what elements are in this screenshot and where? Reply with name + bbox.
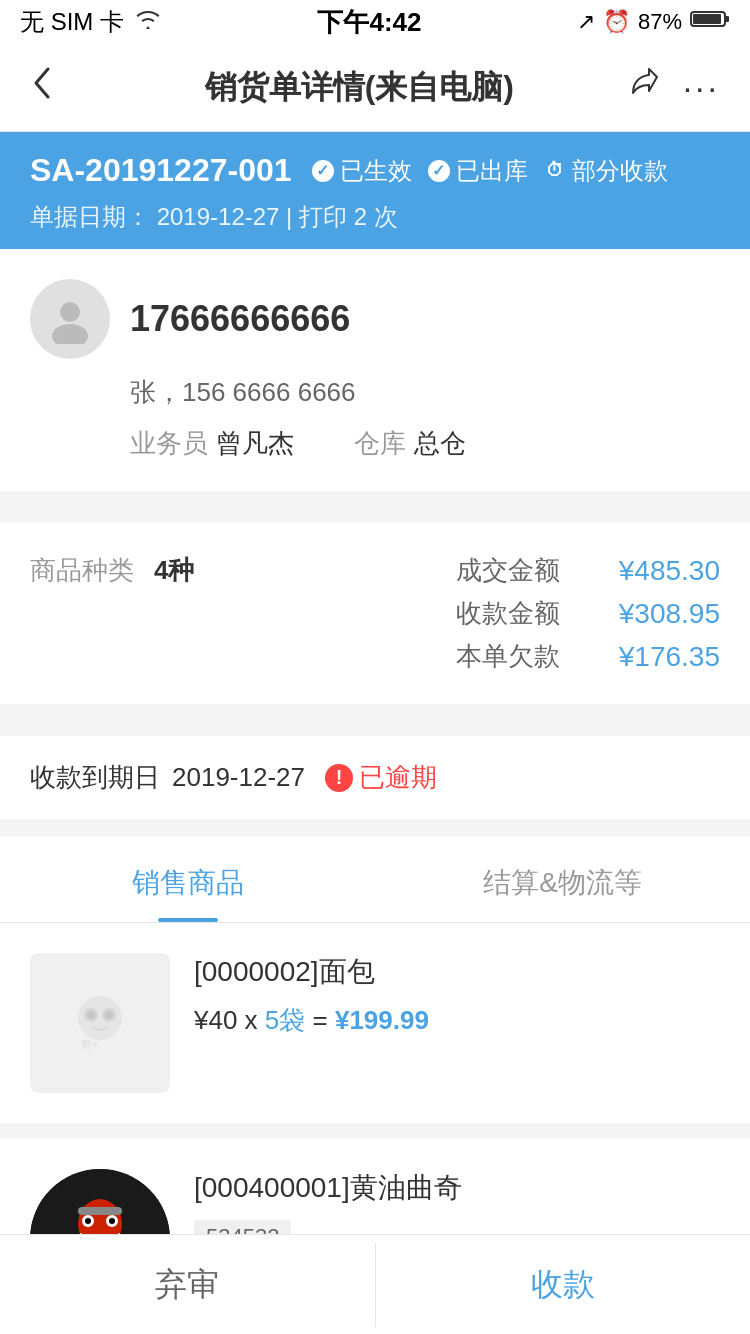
print-info: | 打印 2 次 (286, 203, 398, 230)
product-name-1: [0000002]面包 (194, 953, 720, 991)
sales-value: 曾凡杰 (216, 426, 294, 461)
svg-text:野+: 野+ (82, 1039, 98, 1050)
badge-effective: ✓ 已生效 (312, 155, 412, 187)
received-amount-item: 收款金额 ¥308.95 (456, 596, 720, 631)
overdue-text: 已逾期 (359, 760, 437, 795)
bottom-bar: 弃审 收款 (0, 1234, 750, 1334)
nav-bar: 销货单详情(来自电脑) ··· (0, 44, 750, 132)
overdue-badge: ! 已逾期 (325, 760, 437, 795)
due-date-label: 收款到期日 (30, 760, 160, 795)
svg-point-17 (109, 1218, 115, 1224)
due-date-section: 收款到期日 2019-12-27 ! 已逾期 (0, 736, 750, 819)
svg-rect-18 (78, 1207, 122, 1215)
status-badges: ✓ 已生效 ✓ 已出库 ⏱ 部分收款 (312, 155, 668, 187)
customer-section: 17666666666 张，156 6666 6666 业务员 曾凡杰 仓库 总… (0, 249, 750, 491)
date-value: 2019-12-27 (157, 203, 280, 230)
battery-text: 87% (638, 9, 682, 35)
status-right: ↗ ⏰ 87% (577, 9, 730, 35)
share-icon[interactable] (629, 67, 663, 108)
svg-point-8 (87, 1011, 95, 1019)
clock-icon: ⏱ (544, 160, 566, 182)
date-label: 单据日期： (30, 203, 150, 230)
svg-rect-2 (693, 14, 721, 24)
stats-row: 商品种类 4种 成交金额 ¥485.30 收款金额 ¥308.95 本单欠款 ¥… (30, 553, 720, 674)
svg-point-3 (60, 302, 80, 322)
tabs-row: 销售商品 结算&物流等 (0, 836, 750, 923)
carrier-text: 无 SIM 卡 (20, 6, 124, 38)
banner-date-row: 单据日期： 2019-12-27 | 打印 2 次 (30, 201, 720, 233)
badge-partial: ⏱ 部分收款 (544, 155, 668, 187)
product-name-2: [000400001]黄油曲奇 (194, 1169, 720, 1207)
back-button[interactable] (30, 63, 90, 112)
banner-row1: SA-20191227-001 ✓ 已生效 ✓ 已出库 ⏱ 部分收款 (30, 152, 720, 189)
owed-amount-item: 本单欠款 ¥176.35 (456, 639, 720, 674)
alarm-icon: ⏰ (603, 9, 630, 35)
confirm-button[interactable]: 收款 (376, 1243, 751, 1327)
deal-amount-value: ¥485.30 (580, 555, 720, 587)
header-banner: SA-20191227-001 ✓ 已生效 ✓ 已出库 ⏱ 部分收款 单据日期：… (0, 132, 750, 249)
product-info-1: [0000002]面包 ¥40 x 5袋 = ¥199.99 (194, 953, 720, 1038)
order-id: SA-20191227-001 (30, 152, 292, 189)
sales-label: 业务员 (130, 426, 208, 461)
badge-shipped: ✓ 已出库 (428, 155, 528, 187)
received-amount-label: 收款金额 (456, 596, 560, 631)
customer-top: 17666666666 (30, 279, 720, 359)
list-item: 野+ [0000002]面包 ¥40 x 5袋 = ¥199.99 (0, 923, 750, 1123)
due-date-value: 2019-12-27 (172, 762, 305, 793)
customer-contact: 张，156 6666 6666 (30, 375, 720, 410)
check-icon-effective: ✓ (312, 160, 334, 182)
stats-section: 商品种类 4种 成交金额 ¥485.30 收款金额 ¥308.95 本单欠款 ¥… (0, 523, 750, 704)
deal-amount-item: 成交金额 ¥485.30 (456, 553, 720, 588)
check-icon-shipped: ✓ (428, 160, 450, 182)
overdue-icon: ! (325, 764, 353, 792)
received-amount-value: ¥308.95 (580, 598, 720, 630)
nav-actions: ··· (629, 67, 720, 108)
location-icon: ↗ (577, 9, 595, 35)
svg-rect-1 (725, 16, 729, 22)
warehouse-label: 仓库 (354, 426, 406, 461)
divider-3 (0, 819, 750, 835)
avatar (30, 279, 110, 359)
product-type-count: 4种 (154, 553, 194, 588)
wifi-icon (134, 8, 162, 36)
warehouse-value: 总仓 (414, 426, 466, 461)
status-time: 下午4:42 (317, 5, 421, 40)
divider-2 (0, 720, 750, 736)
deal-amount-label: 成交金额 (456, 553, 560, 588)
owed-amount-label: 本单欠款 (456, 639, 560, 674)
svg-point-5 (78, 996, 122, 1040)
svg-point-16 (85, 1218, 91, 1224)
cancel-button[interactable]: 弃审 (0, 1243, 376, 1327)
tab-products[interactable]: 销售商品 (0, 836, 375, 922)
stats-left: 商品种类 4种 (30, 553, 194, 588)
status-bar: 无 SIM 卡 下午4:42 ↗ ⏰ 87% (0, 0, 750, 44)
divider-1 (0, 507, 750, 523)
customer-meta: 业务员 曾凡杰 仓库 总仓 (30, 426, 720, 461)
svg-point-4 (52, 324, 88, 344)
customer-phone: 17666666666 (130, 298, 350, 340)
more-icon[interactable]: ··· (683, 68, 720, 107)
stats-right: 成交金额 ¥485.30 收款金额 ¥308.95 本单欠款 ¥176.35 (456, 553, 720, 674)
product-type-label: 商品种类 (30, 553, 134, 588)
battery-icon (690, 9, 730, 35)
product-image-1: 野+ (30, 953, 170, 1093)
status-left: 无 SIM 卡 (20, 6, 162, 38)
tabs-section: 销售商品 结算&物流等 (0, 835, 750, 923)
owed-amount-value: ¥176.35 (580, 641, 720, 673)
product-price-1: ¥40 x 5袋 = ¥199.99 (194, 1003, 720, 1038)
tab-settlement[interactable]: 结算&物流等 (375, 836, 750, 922)
svg-point-9 (105, 1011, 113, 1019)
page-title: 销货单详情(来自电脑) (205, 66, 514, 110)
